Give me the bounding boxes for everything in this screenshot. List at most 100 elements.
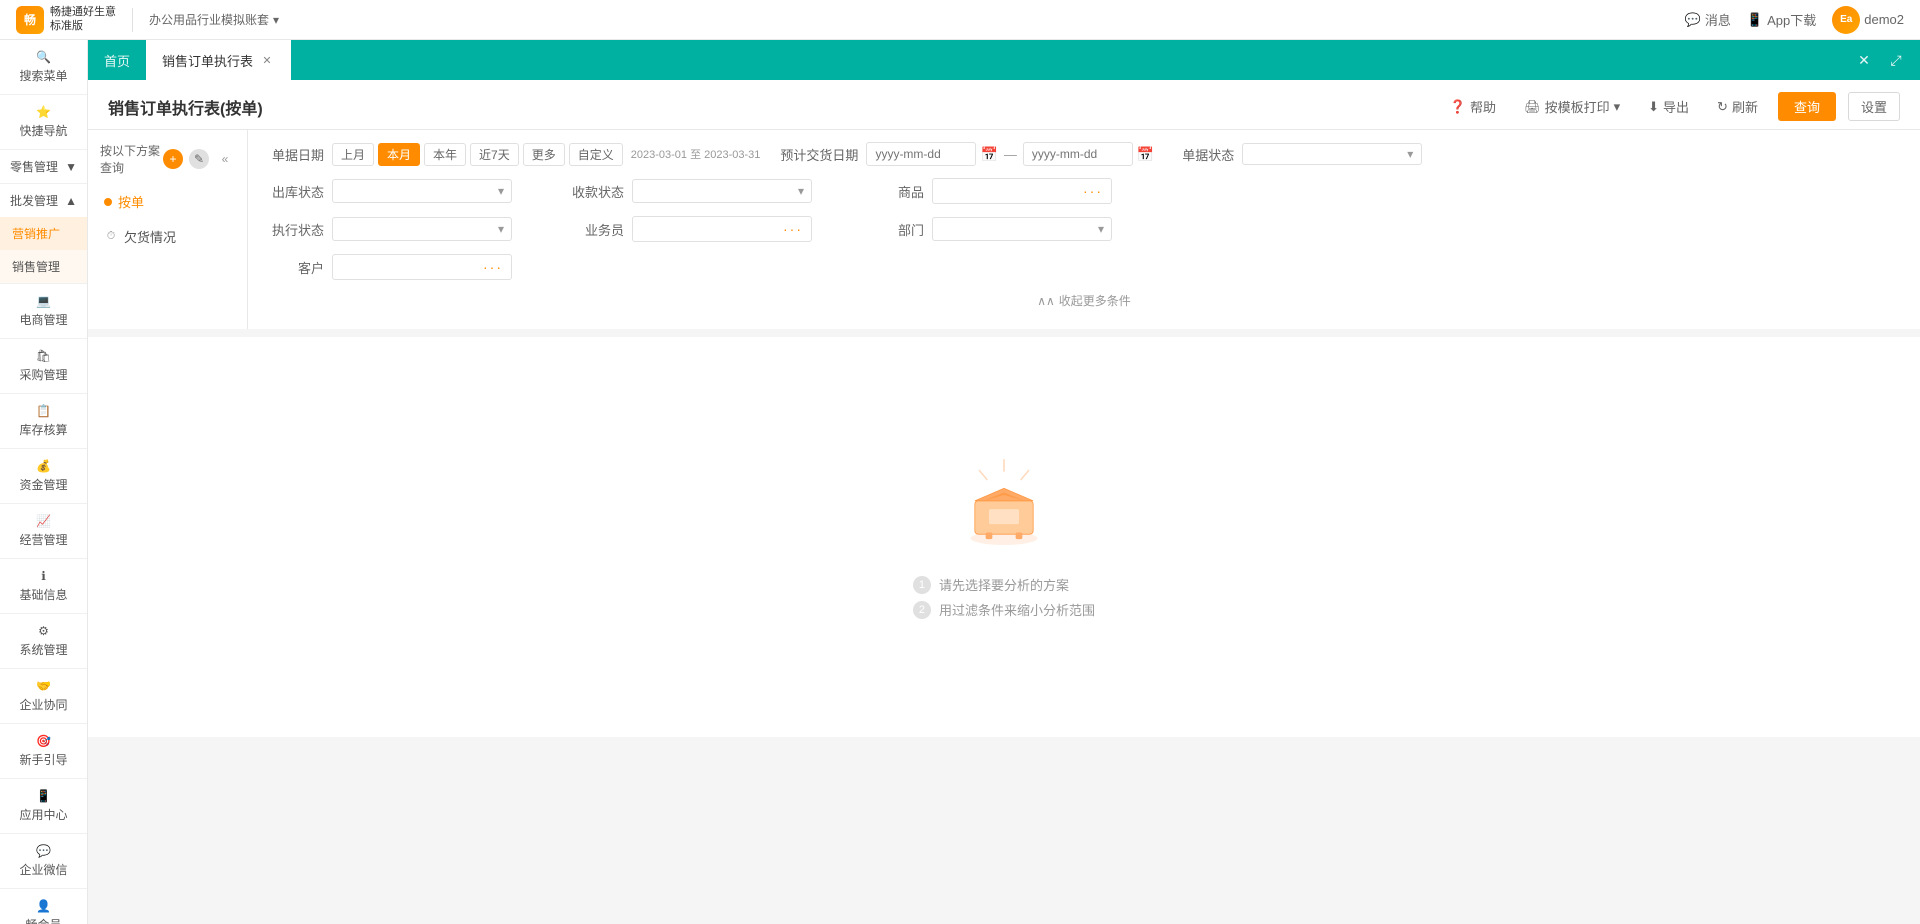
status-select[interactable]: ▾ <box>1242 143 1422 165</box>
collapse-arrow-icon: ∧∧ <box>1037 294 1055 308</box>
info-icon: ℹ <box>41 569 46 583</box>
message-button[interactable]: 💬 消息 <box>1685 10 1731 29</box>
sidebar-item-finance[interactable]: 💰 资金管理 <box>0 449 87 504</box>
salesman-field[interactable]: ··· <box>632 216 812 242</box>
sidebar-sub-wholesale: 营销推广 销售管理 <box>0 217 87 283</box>
expected-date-range: 📅 — 📅 <box>866 142 1154 166</box>
sidebar-item-basic[interactable]: ℹ 基础信息 <box>0 559 87 614</box>
search-row-3: 执行状态 业务员 ··· <box>264 216 1904 242</box>
collapse-more-button[interactable]: ∧∧ 收起更多条件 <box>264 292 1904 309</box>
filter-add-button[interactable]: + <box>163 149 183 169</box>
refresh-button[interactable]: ↻ 刷新 <box>1709 93 1766 120</box>
shipment-select-wrapper <box>332 179 512 203</box>
clock-icon: ⏱ <box>104 230 118 244</box>
department-select[interactable] <box>932 217 1112 241</box>
tab-home[interactable]: 首页 <box>88 40 146 80</box>
tab-expand-button[interactable]: ⤢ <box>1884 48 1908 72</box>
goods-field[interactable]: ··· <box>932 178 1112 204</box>
breadcrumb[interactable]: 办公用品行业模拟账套 ▾ <box>149 11 279 28</box>
filter-option-by-order[interactable]: 按单 <box>88 184 247 219</box>
date-last7-btn[interactable]: 近7天 <box>470 143 519 166</box>
tab-sales-order[interactable]: 销售订单执行表 ✕ <box>146 40 291 80</box>
sidebar-item-wholesale[interactable]: 批发管理 ▲ <box>0 184 87 217</box>
filter-option-owe-info[interactable]: ⏱ 欠货情况 <box>88 219 247 254</box>
sidebar-item-label: 电商管理 <box>19 311 67 328</box>
sidebar-item-label: 新手引导 <box>19 751 67 768</box>
customer-field[interactable]: ··· <box>332 254 512 280</box>
tab-close-button[interactable]: ✕ <box>259 52 275 68</box>
search-button[interactable]: 查询 <box>1778 92 1836 121</box>
sidebar-item-inventory[interactable]: 📋 库存核算 <box>0 394 87 449</box>
execution-label: 执行状态 <box>264 220 324 239</box>
date-custom-btn[interactable]: 自定义 <box>569 143 623 166</box>
logo-area: 畅 畅捷通好生意 标准版 <box>16 6 116 34</box>
empty-state: 1 请先选择要分析的方案 2 用过滤条件来缩小分析范围 <box>88 337 1920 737</box>
member-icon: 👤 <box>36 899 51 913</box>
sidebar-item-label: 快捷导航 <box>19 122 67 139</box>
sidebar-item-operations[interactable]: 📈 经营管理 <box>0 504 87 559</box>
sidebar-item-quick-nav[interactable]: ⭐ 快捷导航 <box>0 95 87 150</box>
sidebar-item-retail[interactable]: 零售管理 ▼ <box>0 150 87 183</box>
execution-select[interactable] <box>332 217 512 241</box>
user-menu[interactable]: Ea demo2 <box>1832 6 1904 34</box>
date-last-month-btn[interactable]: 上月 <box>332 143 374 166</box>
filter-option-label: 按单 <box>118 192 144 211</box>
export-icon: ⬇ <box>1648 99 1659 115</box>
sidebar-item-label: 应用中心 <box>19 806 67 823</box>
purchase-icon: 🛍 <box>36 349 51 363</box>
payment-select[interactable] <box>632 179 812 203</box>
filter-edit-button[interactable]: ✎ <box>189 149 209 169</box>
date-more-btn[interactable]: 更多 <box>523 143 565 166</box>
goods-dots-icon[interactable]: ··· <box>1083 183 1103 199</box>
export-button[interactable]: ⬇ 导出 <box>1640 93 1697 120</box>
top-bar-left: 畅 畅捷通好生意 标准版 办公用品行业模拟账套 ▾ <box>16 6 279 34</box>
app-download-button[interactable]: 📱 App下载 <box>1747 10 1816 29</box>
shipment-select[interactable] <box>332 179 512 203</box>
field-date: 单据日期 上月 本月 本年 近7天 更多 自定义 20 <box>264 143 760 166</box>
expected-date-start-input[interactable] <box>866 142 976 166</box>
salesman-dots-icon[interactable]: ··· <box>783 221 803 237</box>
target-icon: 🎯 <box>36 734 51 748</box>
sidebar-item-wechat[interactable]: 💬 企业微信 <box>0 834 87 889</box>
top-bar: 畅 畅捷通好生意 标准版 办公用品行业模拟账套 ▾ 💬 消息 📱 App下载 E… <box>0 0 1920 40</box>
sidebar-item-system[interactable]: ⚙ 系统管理 <box>0 614 87 669</box>
help-button[interactable]: ❓ 帮助 <box>1442 93 1504 120</box>
chevron-down-icon: ▾ <box>1407 147 1413 161</box>
settings-button[interactable]: 设置 <box>1848 92 1900 121</box>
date-this-year-btn[interactable]: 本年 <box>424 143 466 166</box>
sidebar-item-search[interactable]: 🔍 搜索菜单 <box>0 40 87 95</box>
date-this-month-btn[interactable]: 本月 <box>378 143 420 166</box>
message-icon: 💬 <box>1685 12 1701 28</box>
filter-panel: 按以下方案查询 + ✎ « 按单 ⏱ 欠货情况 <box>88 130 1920 329</box>
tab-close-all-button[interactable]: ✕ <box>1852 48 1876 72</box>
template-print-button[interactable]: 🖨 按模板打印 ▾ <box>1516 93 1628 120</box>
sidebar-sub-item-marketing[interactable]: 营销推广 <box>0 217 87 250</box>
sidebar-item-member[interactable]: 👤 畅会员 <box>0 889 87 924</box>
execution-select-wrapper <box>332 217 512 241</box>
sidebar-item-label: 基础信息 <box>19 586 67 603</box>
empty-step-2-text: 用过滤条件来缩小分析范围 <box>939 600 1095 619</box>
user-name: demo2 <box>1864 12 1904 27</box>
sidebar-item-label: 企业微信 <box>19 861 67 878</box>
shipment-label: 出库状态 <box>264 182 324 201</box>
search-row-1: 单据日期 上月 本月 本年 近7天 更多 自定义 20 <box>264 142 1904 166</box>
customer-dots-icon[interactable]: ··· <box>483 259 503 275</box>
breadcrumb-arrow-icon: ▾ <box>273 13 279 27</box>
sidebar-item-app-center[interactable]: 📱 应用中心 <box>0 779 87 834</box>
sidebar-item-enterprise[interactable]: 🤝 企业协同 <box>0 669 87 724</box>
sidebar-item-purchase[interactable]: 🛍 采购管理 <box>0 339 87 394</box>
sidebar-item-label: 企业协同 <box>19 696 67 713</box>
filter-collapse-button[interactable]: « <box>215 149 235 169</box>
department-select-wrapper <box>932 217 1112 241</box>
calendar-end-icon[interactable]: 📅 <box>1137 146 1154 163</box>
expected-date-end-input[interactable] <box>1023 142 1133 166</box>
calendar-start-icon[interactable]: 📅 <box>980 146 997 163</box>
app-center-icon: 📱 <box>36 789 51 803</box>
sidebar-item-ecommerce[interactable]: 💻 电商管理 <box>0 284 87 339</box>
refresh-icon: ↻ <box>1717 99 1728 115</box>
sidebar-item-label: 库存核算 <box>19 421 67 438</box>
sidebar-item-newbie[interactable]: 🎯 新手引导 <box>0 724 87 779</box>
sidebar-sub-item-sales[interactable]: 销售管理 <box>0 250 87 283</box>
sidebar-item-label: 零售管理 <box>10 158 58 175</box>
payment-select-wrapper <box>632 179 812 203</box>
